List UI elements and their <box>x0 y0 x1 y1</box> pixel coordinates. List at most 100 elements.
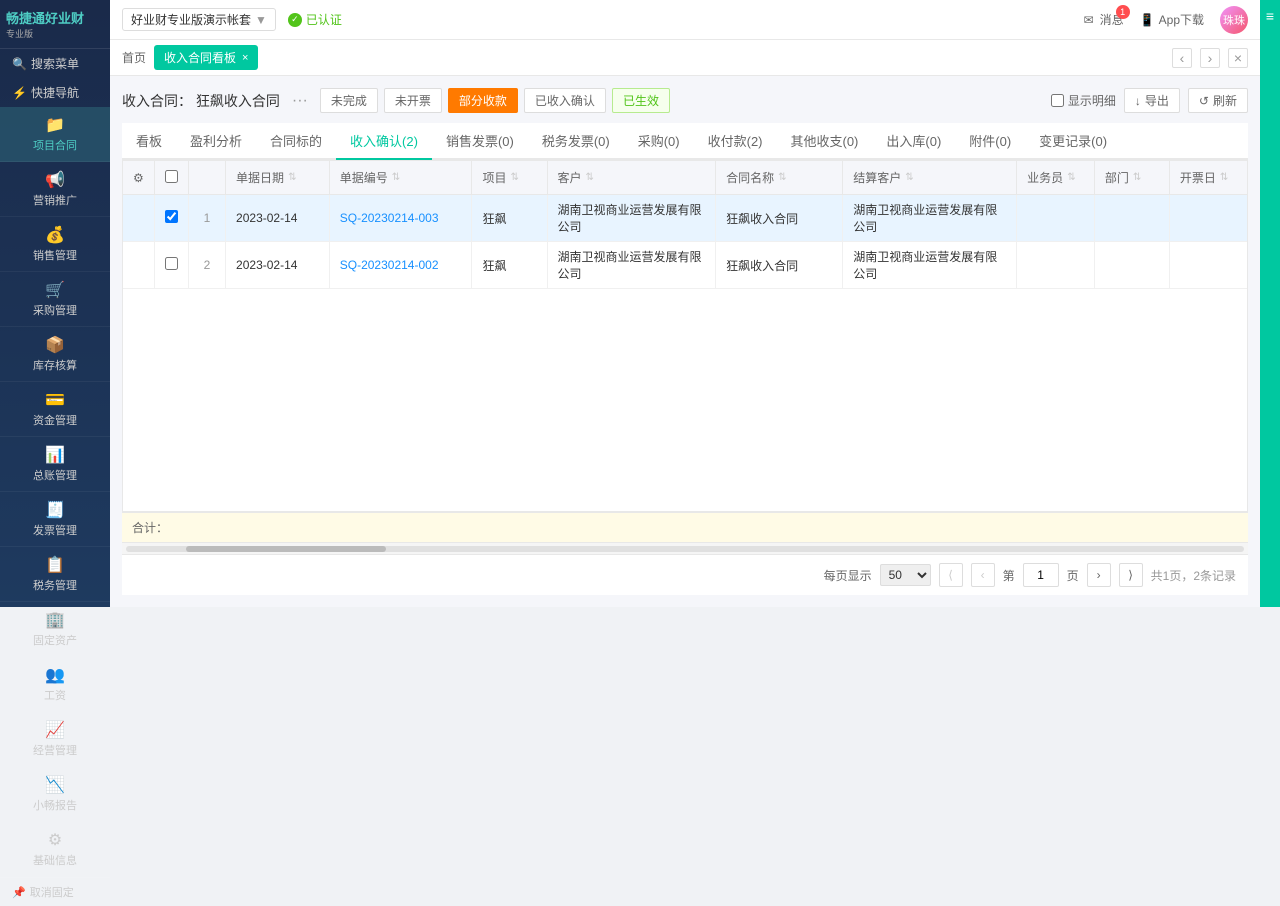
message-button[interactable]: ✉ 1 消息 <box>1084 11 1124 28</box>
export-icon: ↓ <box>1135 94 1141 108</box>
col-customer-header[interactable]: 客户⇅ <box>547 161 716 195</box>
status-effective[interactable]: 已生效 <box>612 88 670 113</box>
horizontal-scrollbar[interactable] <box>122 542 1248 554</box>
status-partial-payment[interactable]: 部分收款 <box>448 88 518 113</box>
col-opendate-label: 开票日 <box>1180 169 1216 186</box>
tax-icon: 📋 <box>45 555 65 575</box>
sidebar-item-inventory[interactable]: 📦 库存核算 <box>0 327 110 382</box>
sidebar-search[interactable]: 🔍 搜索菜单 <box>0 49 110 78</box>
sidebar-item-salary[interactable]: 👥 工资 <box>0 657 110 712</box>
show-detail-input[interactable] <box>1051 94 1064 107</box>
sidebar-item-management[interactable]: 📈 经营管理 <box>0 712 110 767</box>
tab-warehouse[interactable]: 出入库(0) <box>872 123 955 160</box>
user-avatar[interactable]: 珠珠 <box>1220 6 1248 34</box>
page-number-input[interactable] <box>1023 563 1059 587</box>
sidebar-item-sales[interactable]: 💰 销售管理 <box>0 217 110 272</box>
next-tab-button[interactable]: › <box>1200 48 1220 68</box>
status-uninvoiced[interactable]: 未开票 <box>384 88 442 113</box>
prev-page-button[interactable]: ‹ <box>971 563 995 587</box>
select-all-checkbox[interactable] <box>165 170 178 183</box>
tab-change-log[interactable]: 变更记录(0) <box>1025 123 1121 160</box>
row2-checkbox[interactable] <box>165 257 178 270</box>
contract-header: 收入合同： 狂飙收入合同 ··· 未完成 未开票 部分收款 已收入确认 已生效 … <box>122 88 1248 113</box>
col-contract-header[interactable]: 合同名称⇅ <box>716 161 843 195</box>
show-detail-checkbox[interactable]: 显示明细 <box>1051 92 1116 109</box>
col-opendate-header[interactable]: 开票日⇅ <box>1169 161 1247 195</box>
content-area: 收入合同： 狂飙收入合同 ··· 未完成 未开票 部分收款 已收入确认 已生效 … <box>110 76 1260 607</box>
download-icon: 📱 <box>1140 13 1155 27</box>
col-project-header[interactable]: 项目⇅ <box>472 161 547 195</box>
right-sidebar-action[interactable]: ≡ <box>1262 4 1278 28</box>
row1-checkbox[interactable] <box>165 210 178 223</box>
row2-endcustomer: 湖南卫视商业运营发展有限公司 <box>843 242 1017 289</box>
row2-date: 2023-02-14 <box>226 242 330 289</box>
sidebar-item-basic[interactable]: ⚙ 基础信息 <box>0 822 110 877</box>
current-tab[interactable]: 收入合同看板 × <box>154 45 258 70</box>
page-label-current: 第 <box>1003 567 1015 584</box>
sidebar-item-reports-label: 小畅报告 <box>33 797 77 813</box>
col-project-label: 项目 <box>482 169 506 186</box>
row1-order-link[interactable]: SQ-20230214-003 <box>340 211 439 225</box>
tab-attachments[interactable]: 附件(0) <box>955 123 1025 160</box>
tab-other-income[interactable]: 其他收支(0) <box>777 123 873 160</box>
per-page-select[interactable]: 50 100 200 <box>880 564 931 586</box>
row1-check[interactable] <box>154 195 188 242</box>
sidebar-item-tax[interactable]: 📋 税务管理 <box>0 547 110 602</box>
app-download-button[interactable]: 📱 App下载 <box>1140 11 1204 28</box>
sidebar-item-reports[interactable]: 📉 小畅报告 <box>0 767 110 822</box>
sidebar-quicknav[interactable]: ⚡ 快捷导航 <box>0 78 110 107</box>
next-page-button[interactable]: › <box>1087 563 1111 587</box>
col-dept-header[interactable]: 部门⇅ <box>1094 161 1169 195</box>
export-button[interactable]: ↓ 导出 <box>1124 88 1180 113</box>
sidebar-item-marketing[interactable]: 📢 营销推广 <box>0 162 110 217</box>
row1-dept <box>1094 195 1169 242</box>
prev-tab-button[interactable]: ‹ <box>1172 48 1192 68</box>
per-page-label: 每页显示 <box>824 567 872 584</box>
col-endcustomer-header[interactable]: 结算客户⇅ <box>843 161 1017 195</box>
company-selector[interactable]: 好业财专业版演示帐套 ▼ <box>122 8 276 31</box>
sidebar-item-assets[interactable]: 🏢 固定资产 <box>0 602 110 657</box>
table-row[interactable]: 1 2023-02-14 SQ-20230214-003 狂飙 湖南卫视商业运营… <box>123 195 1247 242</box>
tab-sales-invoice[interactable]: 销售发票(0) <box>432 123 528 160</box>
first-page-button[interactable]: ⟨ <box>939 563 963 587</box>
col-check-header[interactable] <box>154 161 188 195</box>
col-settings-header[interactable]: ⚙ <box>123 161 154 195</box>
status-income-confirmed[interactable]: 已收入确认 <box>524 88 606 113</box>
col-salesperson-header[interactable]: 业务员⇅ <box>1017 161 1095 195</box>
sidebar-item-ledger[interactable]: 📊 总账管理 <box>0 437 110 492</box>
home-tab[interactable]: 首页 <box>122 49 146 66</box>
tab-income-confirm[interactable]: 收入确认(2) <box>336 123 432 160</box>
row2-order-link[interactable]: SQ-20230214-002 <box>340 258 439 272</box>
row2-check[interactable] <box>154 242 188 289</box>
data-table: ⚙ 单据日期⇅ 单据编号⇅ 项目⇅ 客户⇅ <box>123 161 1247 289</box>
tab-payment[interactable]: 收付款(2) <box>694 123 777 160</box>
tab-tax-invoice[interactable]: 税务发票(0) <box>528 123 624 160</box>
unpin-button[interactable]: 📌 取消固定 <box>0 877 110 906</box>
row1-orderno: SQ-20230214-003 <box>329 195 472 242</box>
tab-profit[interactable]: 盈利分析 <box>176 123 256 160</box>
contract-more-button[interactable]: ··· <box>292 92 308 110</box>
last-page-button[interactable]: ⟩ <box>1119 563 1143 587</box>
row2-settings <box>123 242 154 289</box>
tab-purchase[interactable]: 采购(0) <box>624 123 694 160</box>
unpin-label: 取消固定 <box>30 884 74 900</box>
main-content: 好业财专业版演示帐套 ▼ 已认证 ✉ 1 消息 📱 App下载 珠珠 首页 收入… <box>110 0 1260 607</box>
tab-contract-target[interactable]: 合同标的 <box>256 123 336 160</box>
refresh-button[interactable]: ↺ 刷新 <box>1188 88 1248 113</box>
col-customer-sort: ⇅ <box>586 172 594 183</box>
table-row[interactable]: 2 2023-02-14 SQ-20230214-002 狂飙 湖南卫视商业运营… <box>123 242 1247 289</box>
close-tab-button[interactable]: × <box>1228 48 1248 68</box>
tab-close-icon[interactable]: × <box>242 52 248 64</box>
table-footer: 合计： <box>122 512 1248 542</box>
tab-board[interactable]: 看板 <box>122 123 176 160</box>
scrollbar-thumb[interactable] <box>186 546 386 552</box>
sidebar-item-funds[interactable]: 💳 资金管理 <box>0 382 110 437</box>
col-endcustomer-sort: ⇅ <box>905 172 913 183</box>
sidebar-item-project[interactable]: 📁 项目合同 <box>0 107 110 162</box>
sidebar-item-purchase[interactable]: 🛒 采购管理 <box>0 272 110 327</box>
sidebar-item-invoice[interactable]: 🧾 发票管理 <box>0 492 110 547</box>
col-date-header[interactable]: 单据日期⇅ <box>226 161 330 195</box>
total-label: 合计： <box>132 519 168 536</box>
status-incomplete[interactable]: 未完成 <box>320 88 378 113</box>
col-orderno-header[interactable]: 单据编号⇅ <box>329 161 472 195</box>
